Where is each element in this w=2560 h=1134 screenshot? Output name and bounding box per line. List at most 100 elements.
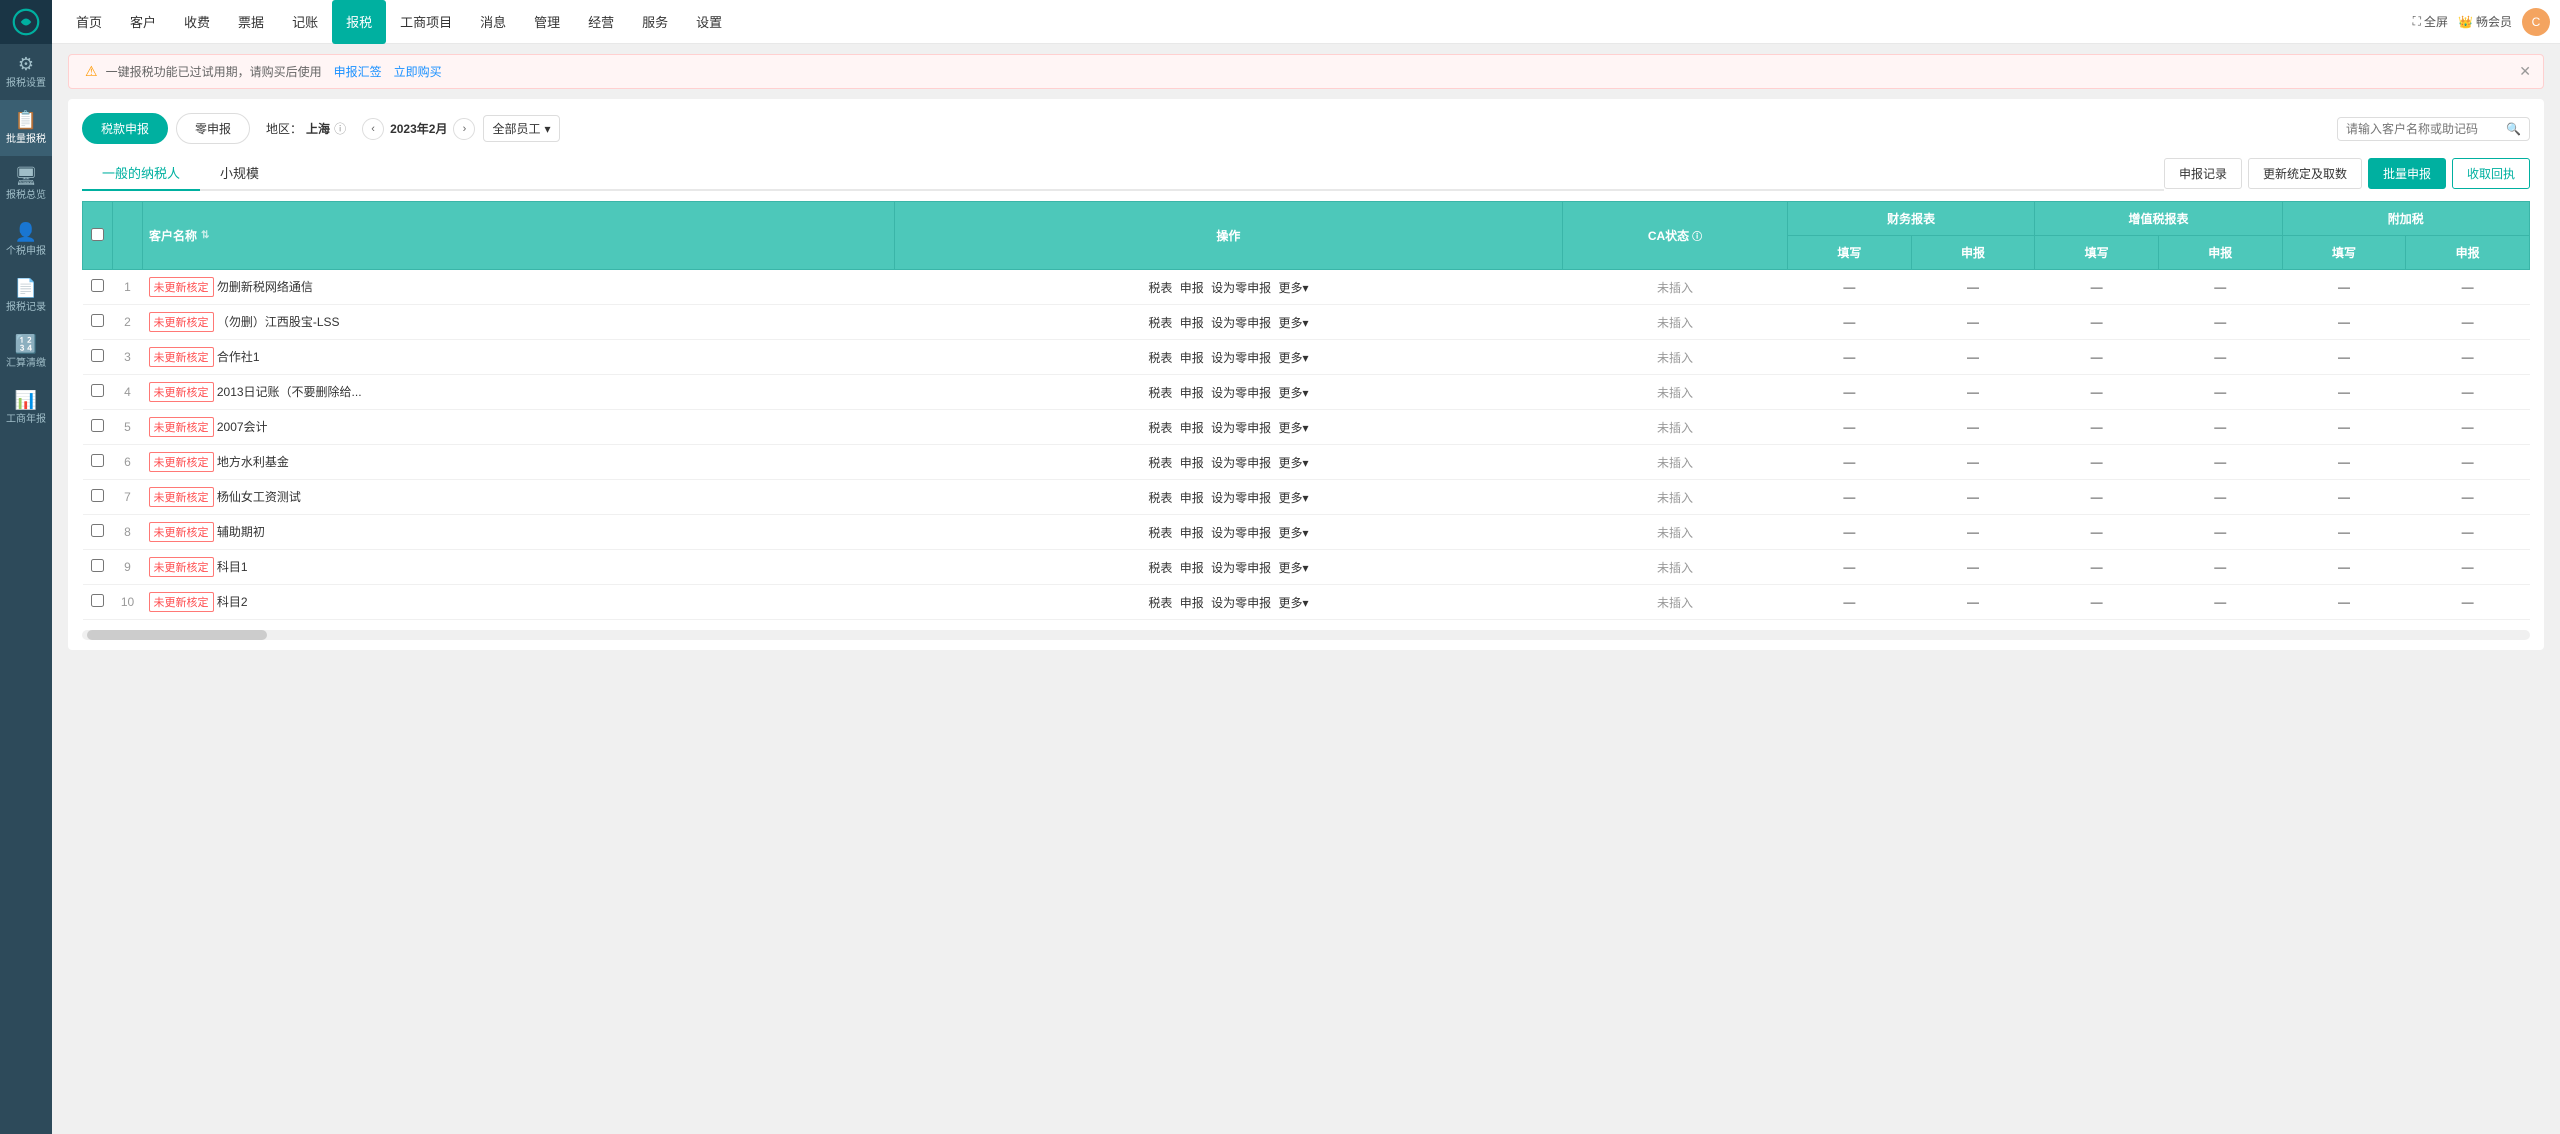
op-report-link[interactable]: 申报: [1180, 386, 1204, 400]
op-zero-link[interactable]: 设为零申报: [1211, 351, 1271, 365]
alert-link-shenbaohui[interactable]: 申报汇签: [334, 63, 382, 80]
op-more-link[interactable]: 更多▾: [1278, 421, 1308, 435]
topnav-manage[interactable]: 管理: [520, 0, 574, 44]
op-tax-link[interactable]: 税表: [1148, 561, 1172, 575]
row-ca-status: 未插入: [1563, 515, 1788, 550]
sidebar-item-calc-clear[interactable]: 🔢 汇算清缴: [0, 324, 52, 380]
op-tax-link[interactable]: 税表: [1148, 526, 1172, 540]
th-vat-fill: 填写: [2035, 236, 2159, 270]
op-tax-link[interactable]: 税表: [1148, 421, 1172, 435]
topnav-billing[interactable]: 收费: [170, 0, 224, 44]
op-more-link[interactable]: 更多▾: [1278, 596, 1308, 610]
op-report-link[interactable]: 申报: [1180, 281, 1204, 295]
sidebar-item-personal-tax[interactable]: 👤 个税申报: [0, 212, 52, 268]
tab-zero-declaration[interactable]: 零申报: [176, 113, 250, 144]
op-report-link[interactable]: 申报: [1180, 561, 1204, 575]
op-tax-link[interactable]: 税表: [1148, 316, 1172, 330]
op-zero-link[interactable]: 设为零申报: [1211, 491, 1271, 505]
op-tax-link[interactable]: 税表: [1148, 456, 1172, 470]
op-zero-link[interactable]: 设为零申报: [1211, 386, 1271, 400]
row-checkbox-1[interactable]: [91, 314, 104, 327]
op-more-link[interactable]: 更多▾: [1278, 351, 1308, 365]
member-button[interactable]: 👑 畅会员: [2458, 13, 2512, 30]
sidebar-item-batch-tax[interactable]: 📋 批量报税: [0, 100, 52, 156]
gengxin-button[interactable]: 更新统定及取数: [2248, 158, 2362, 189]
select-all-checkbox[interactable]: [91, 228, 104, 241]
op-zero-link[interactable]: 设为零申报: [1211, 316, 1271, 330]
fullscreen-button[interactable]: ⛶ 全屏: [2413, 13, 2448, 30]
alert-close-button[interactable]: ✕: [2519, 63, 2531, 80]
row-add-report: —: [2406, 550, 2530, 585]
info-icon[interactable]: ⓘ: [334, 120, 346, 137]
topnav-service[interactable]: 服务: [628, 0, 682, 44]
op-report-link[interactable]: 申报: [1180, 316, 1204, 330]
row-checkbox-7[interactable]: [91, 524, 104, 537]
row-vat-report: —: [2158, 340, 2282, 375]
op-tax-link[interactable]: 税表: [1148, 596, 1172, 610]
op-more-link[interactable]: 更多▾: [1278, 281, 1308, 295]
op-tax-link[interactable]: 税表: [1148, 281, 1172, 295]
op-zero-link[interactable]: 设为零申报: [1211, 526, 1271, 540]
piliang-button[interactable]: 批量申报: [2368, 158, 2446, 189]
sidebar-item-tax-records[interactable]: 📄 报税记录: [0, 268, 52, 324]
op-more-link[interactable]: 更多▾: [1278, 386, 1308, 400]
op-tax-link[interactable]: 税表: [1148, 351, 1172, 365]
horizontal-scrollbar[interactable]: [82, 630, 2530, 640]
op-zero-link[interactable]: 设为零申报: [1211, 596, 1271, 610]
sidebar-item-tax-settings[interactable]: ⚙ 报税设置: [0, 44, 52, 100]
op-report-link[interactable]: 申报: [1180, 596, 1204, 610]
topnav-client[interactable]: 客户: [116, 0, 170, 44]
topnav-accounting[interactable]: 记账: [278, 0, 332, 44]
op-zero-link[interactable]: 设为零申报: [1211, 421, 1271, 435]
topnav-message[interactable]: 消息: [466, 0, 520, 44]
tab-small-scale[interactable]: 小规模: [200, 156, 279, 191]
table-row: 4 未更新核定 2013日记账（不要删除给... 税表 申报 设为零申报 更多▾…: [83, 375, 2530, 410]
dept-selector[interactable]: 全部员工 ▾: [483, 115, 559, 142]
topnav-operations[interactable]: 经营: [574, 0, 628, 44]
op-report-link[interactable]: 申报: [1180, 491, 1204, 505]
op-more-link[interactable]: 更多▾: [1278, 456, 1308, 470]
sidebar-item-biz-annual[interactable]: 📊 工商年报: [0, 380, 52, 436]
op-more-link[interactable]: 更多▾: [1278, 491, 1308, 505]
tab-tax-declaration[interactable]: 税款申报: [82, 113, 168, 144]
date-next-button[interactable]: ›: [453, 118, 475, 140]
shenbaojilu-button[interactable]: 申报记录: [2164, 158, 2242, 189]
op-report-link[interactable]: 申报: [1180, 456, 1204, 470]
search-input[interactable]: [2346, 122, 2506, 136]
scrollbar-thumb[interactable]: [87, 630, 267, 640]
op-report-link[interactable]: 申报: [1180, 351, 1204, 365]
avatar[interactable]: C: [2522, 8, 2550, 36]
topnav-settings[interactable]: 设置: [682, 0, 736, 44]
topnav-biz-project[interactable]: 工商项目: [386, 0, 466, 44]
shouhui-button[interactable]: 收取回执: [2452, 158, 2530, 189]
op-tax-link[interactable]: 税表: [1148, 386, 1172, 400]
op-report-link[interactable]: 申报: [1180, 526, 1204, 540]
row-checkbox-6[interactable]: [91, 489, 104, 502]
topnav-invoice[interactable]: 票据: [224, 0, 278, 44]
toolbar-row: 税款申报 零申报 地区： 上海 ⓘ ‹ 2023年2月 › 全部员工 ▾: [82, 113, 2530, 144]
op-zero-link[interactable]: 设为零申报: [1211, 561, 1271, 575]
row-checkbox-8[interactable]: [91, 559, 104, 572]
topnav-home[interactable]: 首页: [62, 0, 116, 44]
row-checkbox-3[interactable]: [91, 384, 104, 397]
row-checkbox-2[interactable]: [91, 349, 104, 362]
op-tax-link[interactable]: 税表: [1148, 491, 1172, 505]
op-more-link[interactable]: 更多▾: [1278, 526, 1308, 540]
op-more-link[interactable]: 更多▾: [1278, 561, 1308, 575]
table-row: 2 未更新核定 （勿删）江西股宝-LSS 税表 申报 设为零申报 更多▾ 未插入…: [83, 305, 2530, 340]
row-checkbox-9[interactable]: [91, 594, 104, 607]
row-checkbox-4[interactable]: [91, 419, 104, 432]
search-icon[interactable]: 🔍: [2506, 122, 2521, 136]
region-label: 地区：: [266, 120, 302, 137]
op-more-link[interactable]: 更多▾: [1278, 316, 1308, 330]
row-checkbox-5[interactable]: [91, 454, 104, 467]
op-zero-link[interactable]: 设为零申报: [1211, 456, 1271, 470]
date-prev-button[interactable]: ‹: [362, 118, 384, 140]
sidebar-item-tax-overview[interactable]: 🖥 报税总览: [0, 156, 52, 212]
op-zero-link[interactable]: 设为零申报: [1211, 281, 1271, 295]
row-checkbox-0[interactable]: [91, 279, 104, 292]
tab-general-taxpayer[interactable]: 一般的纳税人: [82, 156, 200, 191]
topnav-tax[interactable]: 报税: [332, 0, 386, 44]
op-report-link[interactable]: 申报: [1180, 421, 1204, 435]
alert-link-buy[interactable]: 立即购买: [394, 63, 442, 80]
